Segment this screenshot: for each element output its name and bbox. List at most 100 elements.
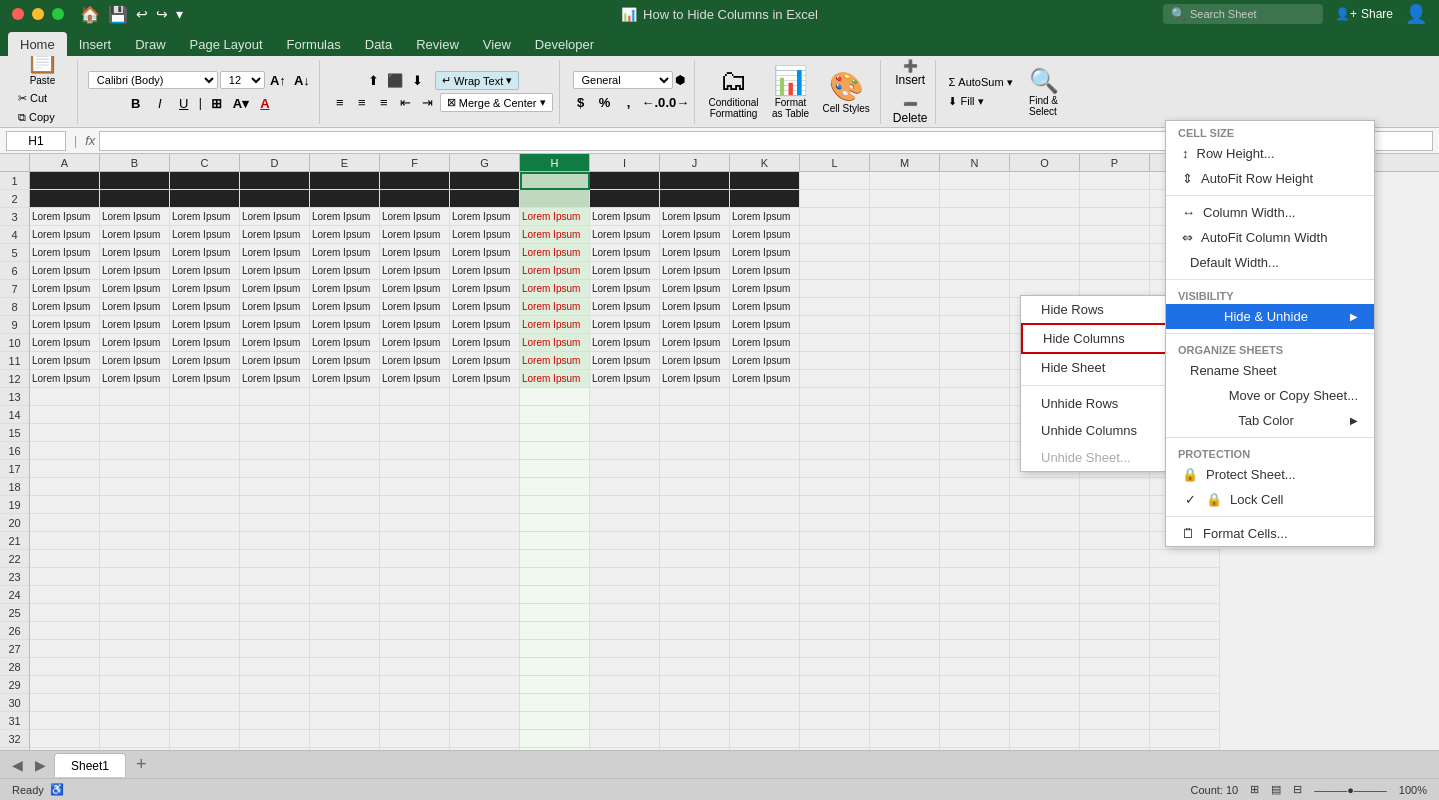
cell-e31[interactable]	[310, 712, 380, 730]
cell-d18[interactable]	[240, 478, 310, 496]
row-23[interactable]: 23	[0, 568, 29, 586]
cell-p22[interactable]	[1080, 550, 1150, 568]
zoom-slider[interactable]: ―――●―――	[1314, 784, 1387, 796]
cell-f21[interactable]	[380, 532, 450, 550]
align-center-button[interactable]: ≡	[352, 94, 372, 112]
cell-i10[interactable]: Lorem Ipsum	[590, 334, 660, 352]
cell-f23[interactable]	[380, 568, 450, 586]
cell-l5[interactable]	[800, 244, 870, 262]
cell-d10[interactable]: Lorem Ipsum	[240, 334, 310, 352]
cell-n21[interactable]	[940, 532, 1010, 550]
row-5[interactable]: 5	[0, 244, 29, 262]
cell-c12[interactable]: Lorem Ipsum	[170, 370, 240, 388]
cell-m7[interactable]	[870, 280, 940, 298]
cell-p27[interactable]	[1080, 640, 1150, 658]
comma2-button[interactable]: ,	[618, 92, 640, 112]
cell-k17[interactable]	[730, 460, 800, 478]
cell-c32[interactable]	[170, 730, 240, 748]
cell-a18[interactable]	[30, 478, 100, 496]
cell-d8[interactable]: Lorem Ipsum	[240, 298, 310, 316]
cell-a5[interactable]: Lorem Ipsum	[30, 244, 100, 262]
cell-h17[interactable]	[520, 460, 590, 478]
cell-f26[interactable]	[380, 622, 450, 640]
align-right-button[interactable]: ≡	[374, 94, 394, 112]
cell-p21[interactable]	[1080, 532, 1150, 550]
cell-g28[interactable]	[450, 658, 520, 676]
cell-a1[interactable]	[30, 172, 100, 190]
cell-d14[interactable]	[240, 406, 310, 424]
cell-a3[interactable]: Lorem Ipsum	[30, 208, 100, 226]
cell-q29[interactable]	[1150, 676, 1220, 694]
cell-b28[interactable]	[100, 658, 170, 676]
cell-h11[interactable]: Lorem Ipsum	[520, 352, 590, 370]
cell-e10[interactable]: Lorem Ipsum	[310, 334, 380, 352]
cell-f22[interactable]	[380, 550, 450, 568]
cell-l31[interactable]	[800, 712, 870, 730]
cell-i11[interactable]: Lorem Ipsum	[590, 352, 660, 370]
cell-j19[interactable]	[660, 496, 730, 514]
cell-j16[interactable]	[660, 442, 730, 460]
cell-i13[interactable]	[590, 388, 660, 406]
cell-k27[interactable]	[730, 640, 800, 658]
cell-b31[interactable]	[100, 712, 170, 730]
cell-q25[interactable]	[1150, 604, 1220, 622]
col-header-m[interactable]: M	[870, 154, 940, 171]
cell-e18[interactable]	[310, 478, 380, 496]
cell-h5[interactable]: Lorem Ipsum	[520, 244, 590, 262]
cell-c9[interactable]: Lorem Ipsum	[170, 316, 240, 334]
row-4[interactable]: 4	[0, 226, 29, 244]
cell-b16[interactable]	[100, 442, 170, 460]
cell-i4[interactable]: Lorem Ipsum	[590, 226, 660, 244]
cell-n2[interactable]	[940, 190, 1010, 208]
cell-a13[interactable]	[30, 388, 100, 406]
lock-cell-item[interactable]: ✓ 🔒 Lock Cell	[1166, 487, 1374, 512]
cell-c1[interactable]	[170, 172, 240, 190]
add-sheet-button[interactable]: +	[130, 754, 153, 775]
cell-j9[interactable]: Lorem Ipsum	[660, 316, 730, 334]
cell-c25[interactable]	[170, 604, 240, 622]
cell-l26[interactable]	[800, 622, 870, 640]
cell-i19[interactable]	[590, 496, 660, 514]
sheet1-tab[interactable]: Sheet1	[54, 753, 126, 777]
cell-g32[interactable]	[450, 730, 520, 748]
cell-p23[interactable]	[1080, 568, 1150, 586]
cell-d2[interactable]	[240, 190, 310, 208]
cell-p4[interactable]	[1080, 226, 1150, 244]
cell-o23[interactable]	[1010, 568, 1080, 586]
cell-o20[interactable]	[1010, 514, 1080, 532]
redo-icon[interactable]: ↪	[156, 6, 168, 22]
cell-i24[interactable]	[590, 586, 660, 604]
cell-n25[interactable]	[940, 604, 1010, 622]
cell-k29[interactable]	[730, 676, 800, 694]
cell-h12[interactable]: Lorem Ipsum	[520, 370, 590, 388]
cell-o21[interactable]	[1010, 532, 1080, 550]
cell-g4[interactable]: Lorem Ipsum	[450, 226, 520, 244]
cell-j30[interactable]	[660, 694, 730, 712]
find-group[interactable]: 🔍 Find &Select	[1025, 60, 1063, 124]
cell-k24[interactable]	[730, 586, 800, 604]
cell-e14[interactable]	[310, 406, 380, 424]
cell-o28[interactable]	[1010, 658, 1080, 676]
undo-icon[interactable]: ↩	[136, 6, 148, 22]
cell-a10[interactable]: Lorem Ipsum	[30, 334, 100, 352]
cell-j8[interactable]: Lorem Ipsum	[660, 298, 730, 316]
cell-g1[interactable]	[450, 172, 520, 190]
cell-b7[interactable]: Lorem Ipsum	[100, 280, 170, 298]
row-22[interactable]: 22	[0, 550, 29, 568]
cell-o25[interactable]	[1010, 604, 1080, 622]
fill-button[interactable]: ⬇ Fill ▾	[944, 93, 1016, 110]
cell-d7[interactable]: Lorem Ipsum	[240, 280, 310, 298]
cell-e23[interactable]	[310, 568, 380, 586]
cell-m32[interactable]	[870, 730, 940, 748]
cell-m21[interactable]	[870, 532, 940, 550]
cell-i28[interactable]	[590, 658, 660, 676]
cell-i29[interactable]	[590, 676, 660, 694]
cut-button[interactable]: ✂ Cut	[14, 90, 71, 107]
cell-h29[interactable]	[520, 676, 590, 694]
cell-a19[interactable]	[30, 496, 100, 514]
cell-m30[interactable]	[870, 694, 940, 712]
cell-b3[interactable]: Lorem Ipsum	[100, 208, 170, 226]
cell-e29[interactable]	[310, 676, 380, 694]
cell-m6[interactable]	[870, 262, 940, 280]
cell-b11[interactable]: Lorem Ipsum	[100, 352, 170, 370]
